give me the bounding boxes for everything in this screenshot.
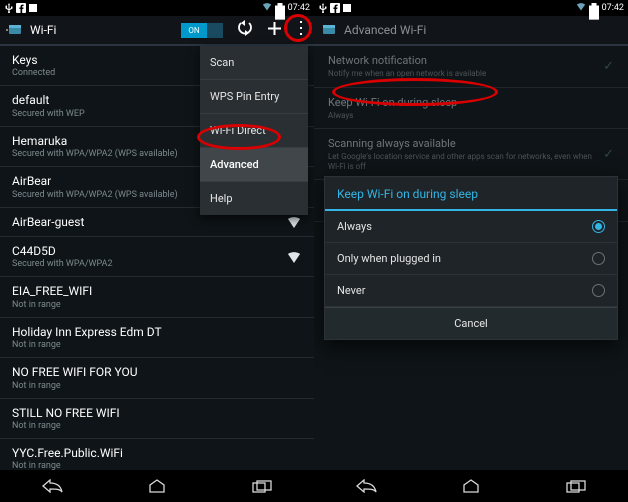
dialog-option[interactable]: Never <box>325 275 617 307</box>
cancel-button[interactable]: Cancel <box>325 307 617 339</box>
network-subtitle: Not in range <box>12 421 120 431</box>
facebook-icon <box>16 3 26 13</box>
radio-icon <box>592 252 605 265</box>
dialog-option[interactable]: Only when plugged in <box>325 243 617 275</box>
network-subtitle: Not in range <box>12 381 138 391</box>
nav-recents-icon[interactable] <box>561 477 591 495</box>
nav-back-icon[interactable] <box>37 477 67 495</box>
option-label: Only when plugged in <box>337 252 441 265</box>
page-title: Wi-Fi <box>30 23 181 37</box>
wifi-status-icon <box>576 3 586 13</box>
setting-subtitle: Notify me when an open network is availa… <box>328 69 486 79</box>
settings-back-icon[interactable] <box>6 21 24 39</box>
settings-back-icon[interactable] <box>320 21 338 39</box>
wifi-status-icon <box>262 3 272 13</box>
network-name: NO FREE WIFI FOR YOU <box>12 365 138 379</box>
wifi-network-row[interactable]: YYC.Free.Public.WiFiNot in range <box>0 439 314 470</box>
wifi-network-row[interactable]: STILL NO FREE WIFINot in range <box>0 399 314 439</box>
network-name: YYC.Free.Public.WiFi <box>12 446 123 460</box>
checkmark-icon: ✓ <box>603 59 614 74</box>
network-name: Holiday Inn Express Edm DT <box>12 325 162 339</box>
nav-home-icon[interactable] <box>142 477 172 495</box>
wifi-network-row[interactable]: EIA_FREE_WIFI Not in range <box>0 277 314 317</box>
network-subtitle: Secured with WEP <box>12 109 85 119</box>
network-subtitle: Not in range <box>12 340 162 350</box>
radio-icon <box>592 220 605 233</box>
notification-icon <box>342 3 352 13</box>
status-bar: 07:42 <box>314 0 628 16</box>
menu-item-advanced[interactable]: Advanced <box>200 148 308 182</box>
facebook-icon <box>330 3 340 13</box>
advanced-setting-row[interactable]: Keep Wi-Fi on during sleep Always <box>314 88 628 130</box>
network-name: AirBear-guest <box>12 215 84 229</box>
advanced-setting-row[interactable]: Scanning always available Let Google's lo… <box>314 129 628 180</box>
menu-item-wps-pin-entry[interactable]: WPS Pin Entry <box>200 80 308 114</box>
network-subtitle: Not in range <box>12 300 92 310</box>
navigation-bar <box>314 470 628 502</box>
menu-item-help[interactable]: Help <box>200 182 308 215</box>
status-clock: 07:42 <box>288 3 310 13</box>
notification-icon <box>28 3 38 13</box>
right-screen: 07:42 Advanced Wi-Fi Network notificatio… <box>314 0 628 502</box>
dialog-option[interactable]: Always <box>325 211 617 243</box>
sleep-policy-dialog: Keep Wi-Fi on during sleep Always Only wh… <box>324 176 618 340</box>
checkmark-icon: ✓ <box>603 147 614 162</box>
wifi-toggle[interactable]: ON <box>181 23 223 38</box>
nav-back-icon[interactable] <box>351 477 381 495</box>
wifi-network-row[interactable]: C44D5DSecured with WPA/WPA2 <box>0 237 314 277</box>
setting-name: Keep Wi-Fi on during sleep <box>328 96 457 109</box>
wifi-signal-icon <box>286 215 302 229</box>
status-clock: 07:42 <box>602 3 624 13</box>
network-name: EIA_FREE_WIFI <box>12 284 92 298</box>
overflow-menu: ScanWPS Pin EntryWi-Fi DirectAdvancedHel… <box>200 46 308 215</box>
wifi-network-row[interactable]: NO FREE WIFI FOR YOU Not in range <box>0 358 314 398</box>
network-name: C44D5D <box>12 244 113 258</box>
radio-icon <box>592 284 605 297</box>
network-subtitle: Secured with WPA/WPA2 <box>12 259 113 269</box>
usb-icon <box>4 3 14 13</box>
navigation-bar <box>0 470 314 502</box>
network-name: STILL NO FREE WIFI <box>12 406 120 420</box>
option-label: Never <box>337 284 365 297</box>
battery-icon <box>275 3 285 13</box>
network-name: Keys <box>12 53 55 67</box>
network-name: AirBear <box>12 174 178 188</box>
wifi-signal-icon <box>286 250 302 264</box>
network-subtitle: Secured with WPA/WPA2 (WPS available) <box>12 190 178 200</box>
usb-icon <box>318 3 328 13</box>
refresh-icon[interactable] <box>237 20 253 40</box>
status-bar: 07:42 <box>0 0 314 16</box>
wifi-network-row[interactable]: Holiday Inn Express Edm DTNot in range <box>0 318 314 358</box>
setting-subtitle: Let Google's location service and other … <box>328 152 603 171</box>
page-title: Advanced Wi-Fi <box>344 23 622 37</box>
setting-name: Network notification <box>328 54 486 67</box>
nav-recents-icon[interactable] <box>247 477 277 495</box>
network-name: Hemaruka <box>12 134 178 148</box>
nav-home-icon[interactable] <box>456 477 486 495</box>
menu-item-scan[interactable]: Scan <box>200 46 308 80</box>
network-subtitle: Connected <box>12 68 55 78</box>
network-subtitle: Secured with WPA/WPA2 (WPS available) <box>12 149 178 159</box>
left-screen: 07:42 Wi-Fi ON KeysConnected default Secur… <box>0 0 314 502</box>
setting-name: Scanning always available <box>328 137 603 150</box>
advanced-setting-row[interactable]: Network notification Notify me when an op… <box>314 46 628 88</box>
overflow-menu-icon[interactable] <box>296 20 306 40</box>
network-subtitle: Not in range <box>12 461 123 470</box>
dialog-title: Keep Wi-Fi on during sleep <box>325 177 617 211</box>
add-network-icon[interactable] <box>267 21 282 40</box>
title-bar: Advanced Wi-Fi <box>314 16 628 46</box>
network-name: default <box>12 93 85 107</box>
battery-icon <box>589 3 599 13</box>
menu-item-wi-fi-direct[interactable]: Wi-Fi Direct <box>200 114 308 148</box>
setting-subtitle: Always <box>328 111 457 121</box>
option-label: Always <box>337 220 372 233</box>
title-bar: Wi-Fi ON <box>0 16 314 46</box>
